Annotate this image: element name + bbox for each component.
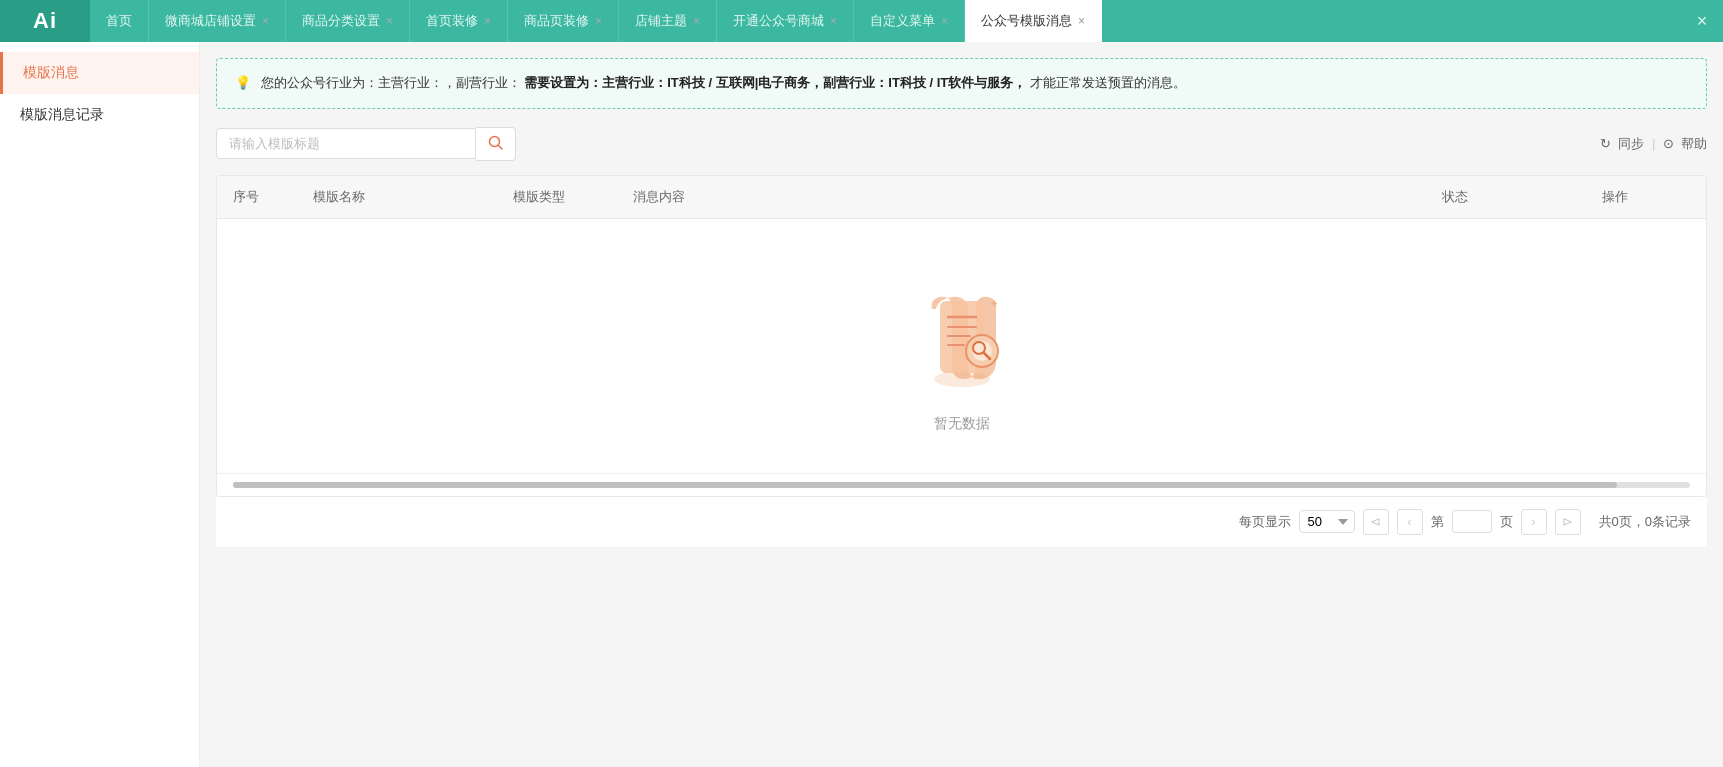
last-page-button[interactable]: ⊳ <box>1555 509 1581 535</box>
th-status: 状态 <box>1426 176 1586 218</box>
search-input[interactable] <box>216 128 476 159</box>
toolbar-right: ↻ 同步 | ⊙ 帮助 <box>516 135 1707 153</box>
sync-button[interactable]: ↻ 同步 <box>1600 135 1644 153</box>
prev-page-button[interactable]: ‹ <box>1397 509 1423 535</box>
th-name: 模版名称 <box>297 176 497 218</box>
horizontal-scrollbar[interactable] <box>217 473 1706 496</box>
tab-close-shop-theme[interactable]: × <box>693 14 700 28</box>
svg-line-1 <box>499 145 503 149</box>
empty-text: 暂无数据 <box>934 415 990 433</box>
tab-close-open-wechat[interactable]: × <box>830 14 837 28</box>
global-close-button[interactable]: × <box>1681 0 1723 42</box>
tab-shop-theme[interactable]: 店铺主题× <box>619 0 717 42</box>
sidebar-item-template-msg-log[interactable]: 模版消息记录 <box>0 94 199 136</box>
data-table: 序号模版名称模版类型消息内容状态操作 <box>216 175 1707 497</box>
tab-home-decor[interactable]: 首页装修× <box>410 0 508 42</box>
notice-box: 💡 您的公众号行业为：主营行业：，副营行业： 需要设置为：主营行业：IT科技 /… <box>216 58 1707 109</box>
th-content: 消息内容 <box>617 176 1426 218</box>
tab-close-shop-settings[interactable]: × <box>262 14 269 28</box>
logo: Ai <box>0 0 90 42</box>
sidebar-item-template-msg[interactable]: 模版消息 <box>0 52 199 94</box>
table-header: 序号模版名称模版类型消息内容状态操作 <box>217 176 1706 219</box>
help-button[interactable]: ⊙ 帮助 <box>1663 135 1707 153</box>
total-text: 共0页，0条记录 <box>1599 513 1691 531</box>
tab-category-settings[interactable]: 商品分类设置× <box>286 0 410 42</box>
page-size-select[interactable]: 102050100 <box>1299 510 1355 533</box>
top-nav: Ai 首页微商城店铺设置×商品分类设置×首页装修×商品页装修×店铺主题×开通公众… <box>0 0 1723 42</box>
tab-custom-menu[interactable]: 自定义菜单× <box>854 0 965 42</box>
search-toolbar-row: ↻ 同步 | ⊙ 帮助 <box>216 127 1707 161</box>
notice-prefix: 您的公众号行业为：主营行业：，副营行业： <box>261 75 521 90</box>
page-number-input[interactable]: 1 <box>1452 510 1492 533</box>
first-page-button[interactable]: ⊲ <box>1363 509 1389 535</box>
tab-close-home-decor[interactable]: × <box>484 14 491 28</box>
empty-icon: ✦ · <box>902 279 1022 399</box>
notice-suffix: 才能正常发送预置的消息。 <box>1030 75 1186 90</box>
search-button[interactable] <box>476 127 516 161</box>
next-page-button[interactable]: › <box>1521 509 1547 535</box>
th-type: 模版类型 <box>497 176 617 218</box>
page-suffix: 页 <box>1500 513 1513 531</box>
notice-highlight: 需要设置为：主营行业：IT科技 / 互联网|电子商务，副营行业：IT科技 / I… <box>524 75 1026 90</box>
page-label: 第 <box>1431 513 1444 531</box>
tab-close-product-decor[interactable]: × <box>595 14 602 28</box>
pagination: 每页显示 102050100 ⊲ ‹ 第 1 页 › ⊳ 共0页，0条记录 <box>216 497 1707 547</box>
sidebar: 模版消息模版消息记录 <box>0 42 200 767</box>
tab-close-template-msg[interactable]: × <box>1078 14 1085 28</box>
empty-state: ✦ · 暂无数据 <box>217 219 1706 473</box>
tab-shop-settings[interactable]: 微商城店铺设置× <box>149 0 286 42</box>
tab-template-msg[interactable]: 公众号模版消息× <box>965 0 1102 42</box>
main-layout: 模版消息模版消息记录 💡 您的公众号行业为：主营行业：，副营行业： 需要设置为：… <box>0 42 1723 767</box>
svg-text:✦: ✦ <box>990 298 998 309</box>
tab-home[interactable]: 首页 <box>90 0 149 42</box>
th-action: 操作 <box>1586 176 1706 218</box>
tab-open-wechat[interactable]: 开通公众号商城× <box>717 0 854 42</box>
help-icon: ⊙ <box>1663 136 1674 151</box>
toolbar-divider: | <box>1652 136 1655 151</box>
th-index: 序号 <box>217 176 297 218</box>
page-size-label: 每页显示 <box>1239 513 1291 531</box>
content-area: 💡 您的公众号行业为：主营行业：，副营行业： 需要设置为：主营行业：IT科技 /… <box>200 42 1723 767</box>
tab-close-custom-menu[interactable]: × <box>941 14 948 28</box>
bulb-icon: 💡 <box>235 75 251 90</box>
sync-icon: ↻ <box>1600 136 1611 151</box>
tab-close-category-settings[interactable]: × <box>386 14 393 28</box>
tab-bar: 首页微商城店铺设置×商品分类设置×首页装修×商品页装修×店铺主题×开通公众号商城… <box>90 0 1681 42</box>
svg-text:·: · <box>998 317 1000 324</box>
tab-product-decor[interactable]: 商品页装修× <box>508 0 619 42</box>
